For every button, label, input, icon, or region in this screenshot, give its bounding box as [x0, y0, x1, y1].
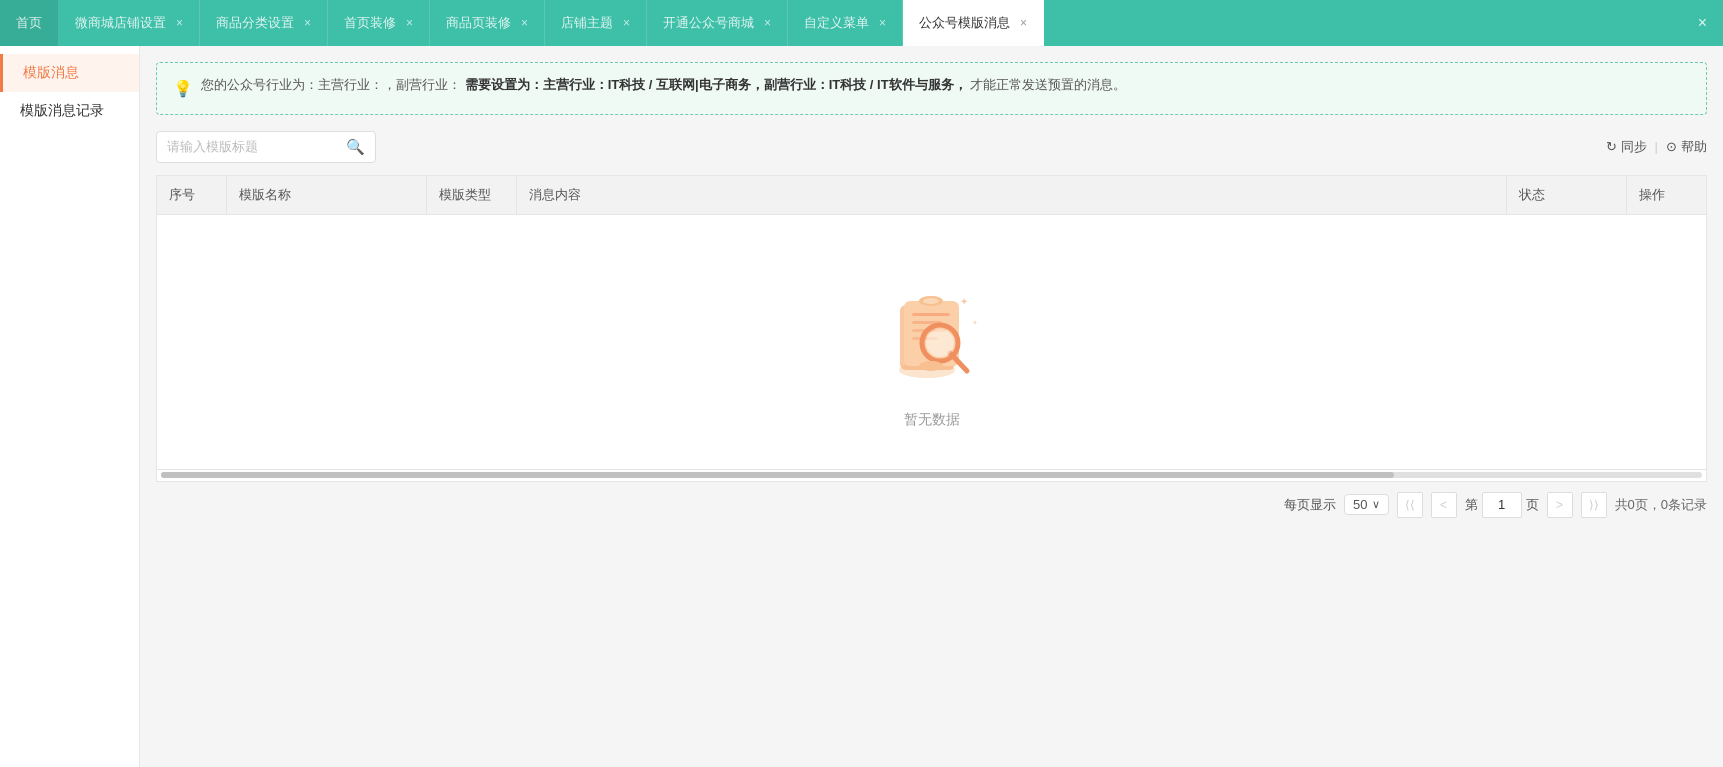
svg-point-12	[919, 361, 943, 371]
content-area: 💡 您的公众号行业为：主营行业：，副营行业： 需要设置为：主营行业：IT科技 /…	[140, 46, 1723, 767]
pager-prev-button[interactable]: <	[1431, 492, 1457, 518]
help-button[interactable]: ⊙ 帮助	[1666, 138, 1707, 156]
empty-text: 暂无数据	[904, 411, 960, 429]
sync-button[interactable]: ↻ 同步	[1606, 138, 1647, 156]
tab-open-mall[interactable]: 开通公众号商城 ×	[647, 0, 788, 46]
help-icon: ⊙	[1666, 139, 1677, 154]
notice-icon: 💡	[173, 76, 193, 102]
col-header-status: 状态	[1507, 175, 1627, 214]
sidebar-template-msg-label: 模版消息	[23, 64, 79, 80]
pager-next-button[interactable]: >	[1547, 492, 1573, 518]
pager-last-button[interactable]: ⟩⟩	[1581, 492, 1607, 518]
per-page-value: 50	[1353, 497, 1367, 512]
main-layout: 模版消息 模版消息记录 💡 您的公众号行业为：主营行业：，副营行业： 需要设置为…	[0, 46, 1723, 767]
notice-suffix: 才能正常发送预置的消息。	[970, 77, 1126, 92]
notice-banner: 💡 您的公众号行业为：主营行业：，副营行业： 需要设置为：主营行业：IT科技 /…	[156, 62, 1707, 115]
close-tab-pd[interactable]: ×	[521, 16, 528, 30]
tab-product-category[interactable]: 商品分类设置 ×	[200, 0, 328, 46]
help-label: 帮助	[1681, 138, 1707, 156]
search-input[interactable]	[167, 139, 340, 154]
svg-point-11	[923, 298, 939, 304]
sync-label: 同步	[1621, 138, 1647, 156]
col-header-seq: 序号	[157, 175, 227, 214]
empty-state: ✦ ✦ 暂无数据	[157, 215, 1706, 469]
close-tab-tm[interactable]: ×	[1020, 16, 1027, 30]
tab-custom-menu[interactable]: 自定义菜单 ×	[788, 0, 903, 46]
svg-text:✦: ✦	[972, 319, 978, 326]
tab-home-label: 首页	[16, 14, 42, 32]
chevron-down-icon: ∨	[1372, 498, 1380, 511]
tab-pc-label: 商品分类设置	[216, 14, 294, 32]
page-unit: 页	[1526, 496, 1539, 514]
page-number-input[interactable]	[1482, 492, 1522, 518]
tab-wsc-label: 微商城店铺设置	[75, 14, 166, 32]
tab-hd-label: 首页装修	[344, 14, 396, 32]
sidebar: 模版消息 模版消息记录	[0, 46, 140, 767]
top-nav: 首页 微商城店铺设置 × 商品分类设置 × 首页装修 × 商品页装修 × 店铺主…	[0, 0, 1723, 46]
toolbar-right: ↻ 同步 | ⊙ 帮助	[1606, 138, 1707, 156]
scrollbar-thumb	[161, 472, 1394, 478]
svg-text:✦: ✦	[960, 296, 968, 307]
table-header-row: 序号 模版名称 模版类型 消息内容 状态 操作	[157, 175, 1707, 214]
table-empty-row: ✦ ✦ 暂无数据	[157, 214, 1707, 469]
tab-cm-label: 自定义菜单	[804, 14, 869, 32]
tab-pd-label: 商品页装修	[446, 14, 511, 32]
search-bar: 🔍 ↻ 同步 | ⊙ 帮助	[156, 131, 1707, 163]
tab-om-label: 开通公众号商城	[663, 14, 754, 32]
horizontal-scrollbar[interactable]	[156, 470, 1707, 482]
tab-wsc-settings[interactable]: 微商城店铺设置 ×	[59, 0, 200, 46]
per-page-select[interactable]: 50 ∨	[1344, 494, 1388, 515]
search-input-wrap: 🔍	[156, 131, 376, 163]
sync-icon: ↻	[1606, 139, 1617, 154]
close-tab-hd[interactable]: ×	[406, 16, 413, 30]
col-header-action: 操作	[1627, 175, 1707, 214]
close-tab-st[interactable]: ×	[623, 16, 630, 30]
col-header-content: 消息内容	[517, 175, 1507, 214]
notice-highlight: 需要设置为：主营行业：IT科技 / 互联网|电子商务，副营行业：IT科技 / I…	[465, 77, 967, 92]
scrollbar-track	[161, 472, 1702, 478]
close-tab-cm[interactable]: ×	[879, 16, 886, 30]
close-tab-om[interactable]: ×	[764, 16, 771, 30]
total-text: 共0页，0条记录	[1615, 496, 1707, 514]
sidebar-item-template-msg[interactable]: 模版消息	[0, 54, 139, 92]
sidebar-item-template-msg-records[interactable]: 模版消息记录	[0, 92, 139, 130]
svg-point-9	[926, 329, 954, 357]
page-label: 第	[1465, 496, 1478, 514]
tab-product-decor[interactable]: 商品页装修 ×	[430, 0, 545, 46]
global-close-button[interactable]: ×	[1682, 14, 1723, 32]
col-header-type: 模版类型	[427, 175, 517, 214]
notice-text: 您的公众号行业为：主营行业：，副营行业： 需要设置为：主营行业：IT科技 / 互…	[201, 75, 1126, 96]
tab-tm-label: 公众号模版消息	[919, 14, 1010, 32]
page-input-wrap: 第 页	[1465, 492, 1539, 518]
divider: |	[1655, 139, 1658, 154]
data-table: 序号 模版名称 模版类型 消息内容 状态 操作	[156, 175, 1707, 470]
close-tab-wsc[interactable]: ×	[176, 16, 183, 30]
tab-home[interactable]: 首页	[0, 0, 59, 46]
tab-template-msg[interactable]: 公众号模版消息 ×	[903, 0, 1044, 46]
tab-homepage-decor[interactable]: 首页装修 ×	[328, 0, 430, 46]
tab-st-label: 店铺主题	[561, 14, 613, 32]
tab-shop-theme[interactable]: 店铺主题 ×	[545, 0, 647, 46]
notice-prefix: 您的公众号行业为：主营行业：，副营行业：	[201, 77, 461, 92]
per-page-label: 每页显示	[1284, 496, 1336, 514]
col-header-name: 模版名称	[227, 175, 427, 214]
pagination: 每页显示 50 ∨ ⟨⟨ < 第 页 > ⟩⟩ 共0页，0条记录	[156, 482, 1707, 522]
search-icon[interactable]: 🔍	[346, 138, 365, 156]
pager-first-button[interactable]: ⟨⟨	[1397, 492, 1423, 518]
svg-rect-3	[912, 313, 950, 316]
empty-illustration: ✦ ✦	[872, 275, 992, 395]
sidebar-template-records-label: 模版消息记录	[20, 102, 104, 118]
close-tab-pc[interactable]: ×	[304, 16, 311, 30]
